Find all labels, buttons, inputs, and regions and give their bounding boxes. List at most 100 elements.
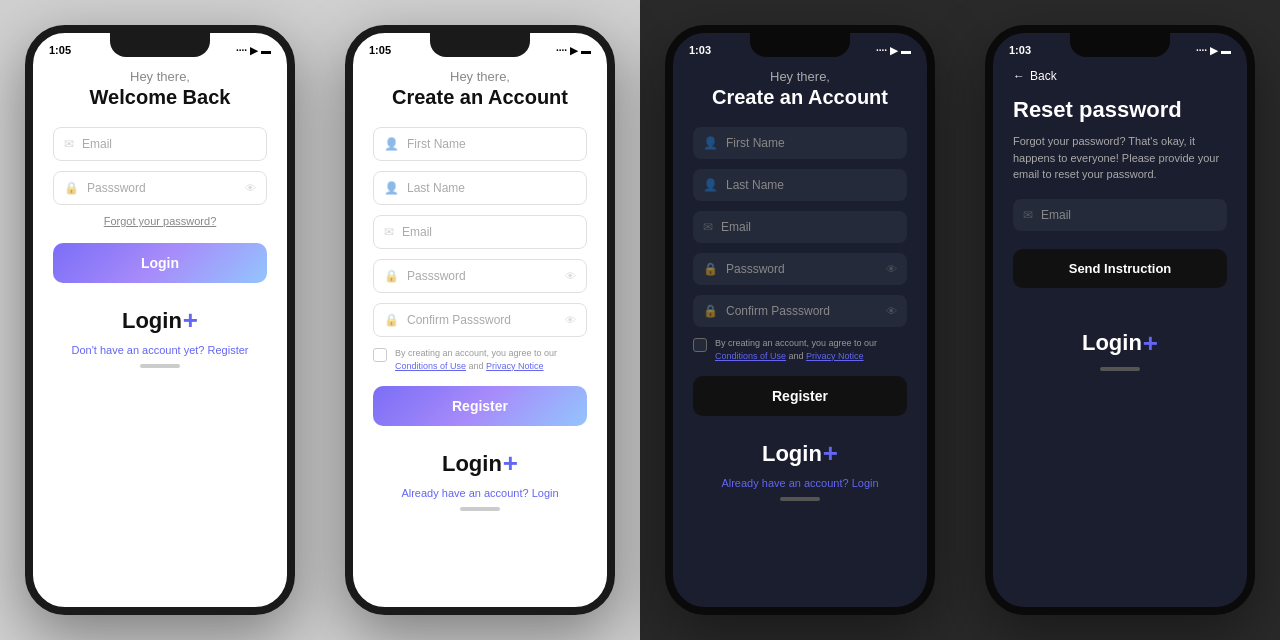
status-icons-4: ···· ▶ ▬ [1196, 45, 1231, 56]
back-arrow-icon: ← [1013, 69, 1025, 83]
first-name-field-dark[interactable]: 👤 First Name [693, 127, 907, 159]
confirm-password-field-dark[interactable]: 🔒 Confirm Passsword 👁 [693, 295, 907, 327]
login-button[interactable]: Login [53, 243, 267, 283]
email-field-light[interactable]: ✉ Email [373, 215, 587, 249]
email-placeholder-reset: Email [1041, 208, 1071, 222]
password-field-dark[interactable]: 🔒 Passsword 👁 [693, 253, 907, 285]
first-name-placeholder-light: First Name [407, 137, 466, 151]
privacy-link-dark[interactable]: Privacy Notice [806, 351, 864, 361]
lock-icon-password-light: 🔒 [384, 269, 399, 283]
person-icon-lastname-light: 👤 [384, 181, 399, 195]
lock-icon-confirm-dark: 🔒 [703, 304, 718, 318]
logo-plus-register-light: + [503, 448, 518, 479]
terms-checkbox-dark[interactable] [693, 338, 707, 352]
logo-text-register-light: Login+ [442, 448, 518, 479]
lock-icon-password-dark: 🔒 [703, 262, 718, 276]
terms-checkbox-light[interactable] [373, 348, 387, 362]
phone-login: 1:05 ···· ▶ ▬ Hey there, Welcome Back ✉ … [25, 25, 295, 615]
eye-icon-password-light[interactable]: 👁 [565, 270, 576, 282]
last-name-placeholder-dark: Last Name [726, 178, 784, 192]
email-field-dark[interactable]: ✉ Email [693, 211, 907, 243]
register-dark-title: Create an Account [693, 86, 907, 109]
status-icons-2: ···· ▶ ▬ [556, 45, 591, 56]
person-icon-lastname-dark: 👤 [703, 178, 718, 192]
back-button[interactable]: ← Back [1013, 69, 1227, 83]
register-light-greeting: Hey there, [373, 69, 587, 84]
confirm-password-field-light[interactable]: 🔒 Confirm Passsword 👁 [373, 303, 587, 337]
conditions-link-light[interactable]: Conditions of Use [395, 361, 466, 371]
password-placeholder-light: Passsword [407, 269, 466, 283]
confirm-password-placeholder-dark: Confirm Passsword [726, 304, 830, 318]
email-icon-light: ✉ [384, 225, 394, 239]
eye-icon-login[interactable]: 👁 [245, 182, 256, 194]
screen-4-wrapper: 1:03 ···· ▶ ▬ ← Back Reset password Forg… [960, 0, 1280, 640]
phone-reset: 1:03 ···· ▶ ▬ ← Back Reset password Forg… [985, 25, 1255, 615]
conditions-link-dark[interactable]: Conditions of Use [715, 351, 786, 361]
last-name-field-light[interactable]: 👤 Last Name [373, 171, 587, 205]
eye-icon-password-dark[interactable]: 👁 [886, 263, 897, 275]
login-link-light[interactable]: Login [532, 487, 559, 499]
register-dark-content: Hey there, Create an Account 👤 First Nam… [673, 61, 927, 607]
last-name-placeholder-light: Last Name [407, 181, 465, 195]
logo-login: Login+ [53, 305, 267, 336]
notch-1 [110, 33, 210, 57]
reset-screen-content: ← Back Reset password Forgot your passwo… [993, 61, 1247, 607]
register-prompt: Don't have an account yet? [72, 344, 205, 356]
terms-text-light: By creating an account, you agree to our… [395, 347, 587, 372]
notch-2 [430, 33, 530, 57]
register-light-content: Hey there, Create an Account 👤 First Nam… [353, 61, 607, 607]
register-light-title: Create an Account [373, 86, 587, 109]
screen-1-wrapper: 1:05 ···· ▶ ▬ Hey there, Welcome Back ✉ … [0, 0, 320, 640]
time-3: 1:03 [689, 44, 711, 56]
email-placeholder-login: Email [82, 137, 112, 151]
reset-description: Forgot your password? That's okay, it ha… [1013, 133, 1227, 183]
email-icon-reset: ✉ [1023, 208, 1033, 222]
login-link-area-light: Already have an account? Login [373, 487, 587, 499]
first-name-placeholder-dark: First Name [726, 136, 785, 150]
terms-text-dark: By creating an account, you agree to our… [715, 337, 907, 362]
logo-text-login: Login+ [122, 305, 198, 336]
register-button-dark[interactable]: Register [693, 376, 907, 416]
last-name-field-dark[interactable]: 👤 Last Name [693, 169, 907, 201]
login-link-dark[interactable]: Login [852, 477, 879, 489]
status-icons-3: ···· ▶ ▬ [876, 45, 911, 56]
register-button-light[interactable]: Register [373, 386, 587, 426]
register-link[interactable]: Register [208, 344, 249, 356]
login-link-area-dark: Already have an account? Login [693, 477, 907, 489]
password-placeholder-dark: Passsword [726, 262, 785, 276]
logo-text-register-dark: Login+ [762, 438, 838, 469]
phone-register-dark: 1:03 ···· ▶ ▬ Hey there, Create an Accou… [665, 25, 935, 615]
forgot-password-link[interactable]: Forgot your password? [53, 215, 267, 227]
back-label: Back [1030, 69, 1057, 83]
time-4: 1:03 [1009, 44, 1031, 56]
phone-register-light: 1:05 ···· ▶ ▬ Hey there, Create an Accou… [345, 25, 615, 615]
logo-reset: Login+ [1013, 328, 1227, 359]
time-2: 1:05 [369, 44, 391, 56]
login-title: Welcome Back [53, 86, 267, 109]
terms-checkbox-row-dark: By creating an account, you agree to our… [693, 337, 907, 362]
eye-icon-confirm-dark[interactable]: 👁 [886, 305, 897, 317]
status-icons-1: ···· ▶ ▬ [236, 45, 271, 56]
password-field-light[interactable]: 🔒 Passsword 👁 [373, 259, 587, 293]
privacy-link-light[interactable]: Privacy Notice [486, 361, 544, 371]
eye-icon-confirm-light[interactable]: 👁 [565, 314, 576, 326]
home-indicator-1 [140, 364, 180, 368]
email-field-reset[interactable]: ✉ Email [1013, 199, 1227, 231]
logo-register-dark: Login+ [693, 438, 907, 469]
register-link-area: Don't have an account yet? Register [53, 344, 267, 356]
first-name-field-light[interactable]: 👤 First Name [373, 127, 587, 161]
time-1: 1:05 [49, 44, 71, 56]
login-screen-content: Hey there, Welcome Back ✉ Email 🔒 Passsw… [33, 61, 287, 607]
login-prompt-dark: Already have an account? [721, 477, 848, 489]
home-indicator-2 [460, 507, 500, 511]
send-instruction-button[interactable]: Send Instruction [1013, 249, 1227, 288]
home-indicator-3 [780, 497, 820, 501]
email-field-login[interactable]: ✉ Email [53, 127, 267, 161]
terms-checkbox-row-light: By creating an account, you agree to our… [373, 347, 587, 372]
logo-plus-reset: + [1143, 328, 1158, 359]
notch-3 [750, 33, 850, 57]
screen-2-wrapper: 1:05 ···· ▶ ▬ Hey there, Create an Accou… [320, 0, 640, 640]
confirm-password-placeholder-light: Confirm Passsword [407, 313, 511, 327]
login-greeting: Hey there, [53, 69, 267, 84]
password-field-login[interactable]: 🔒 Passsword 👁 [53, 171, 267, 205]
